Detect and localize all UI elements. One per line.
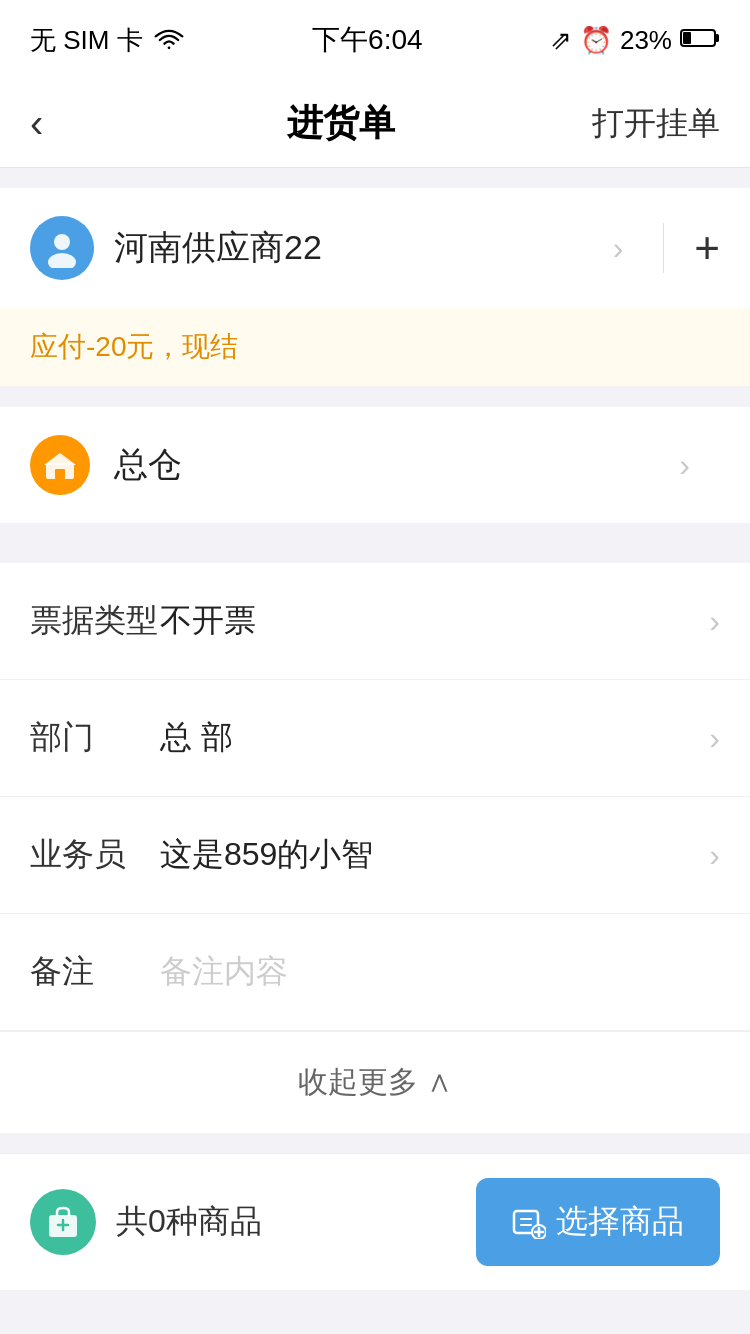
warehouse-divider xyxy=(0,386,750,406)
supplier-section: 河南供应商22 › + 应付-20元，现结 总仓 › xyxy=(0,188,750,523)
back-button[interactable]: ‹ xyxy=(30,101,90,146)
form-section: 票据类型 不开票 › 部门 总 部 › 业务员 这是859的小智 › 备注 备注… xyxy=(0,543,750,1133)
notice-text: 应付-20元，现结 xyxy=(30,331,238,362)
warehouse-chevron-icon: › xyxy=(679,447,690,484)
invoice-type-label: 票据类型 xyxy=(30,599,160,643)
product-icon xyxy=(30,1189,96,1255)
supplier-name: 河南供应商22 xyxy=(114,225,613,271)
select-product-label: 选择商品 xyxy=(556,1200,684,1244)
department-label: 部门 xyxy=(30,716,160,760)
svg-rect-7 xyxy=(55,469,65,479)
svg-point-3 xyxy=(54,234,70,250)
battery-icon xyxy=(680,25,720,56)
warehouse-name: 总仓 xyxy=(114,442,679,488)
carrier-text: 无 SIM 卡 xyxy=(30,23,143,58)
warehouse-row[interactable]: 总仓 › xyxy=(0,406,750,523)
salesperson-row[interactable]: 业务员 这是859的小智 › xyxy=(0,797,750,914)
bottom-action-bar: 共0种商品 选择商品 xyxy=(0,1153,750,1290)
add-supplier-button[interactable]: + xyxy=(694,223,720,273)
remark-input[interactable]: 备注内容 xyxy=(160,950,720,994)
department-value: 总 部 xyxy=(160,716,709,760)
select-product-button[interactable]: 选择商品 xyxy=(476,1178,720,1266)
location-icon: ⇗ xyxy=(550,25,572,56)
page-title: 进货单 xyxy=(287,99,395,148)
invoice-type-chevron-icon: › xyxy=(709,603,720,640)
svg-rect-2 xyxy=(683,32,691,44)
nav-bar: ‹ 进货单 打开挂单 xyxy=(0,80,750,168)
form-top-divider xyxy=(0,543,750,563)
collapse-button[interactable]: 收起更多 ∧ xyxy=(0,1031,750,1133)
status-bar-time: 下午6:04 xyxy=(312,21,423,59)
invoice-type-row[interactable]: 票据类型 不开票 › xyxy=(0,563,750,680)
notice-banner: 应付-20元，现结 xyxy=(0,308,750,386)
remark-row[interactable]: 备注 备注内容 xyxy=(0,914,750,1031)
battery-text: 23% xyxy=(620,25,672,56)
svg-rect-1 xyxy=(716,34,720,42)
department-chevron-icon: › xyxy=(709,720,720,757)
supplier-divider xyxy=(663,223,664,273)
open-pending-button[interactable]: 打开挂单 xyxy=(592,102,720,146)
alarm-icon: ⏰ xyxy=(580,25,612,56)
salesperson-value: 这是859的小智 xyxy=(160,833,709,877)
supplier-row[interactable]: 河南供应商22 › + xyxy=(0,188,750,308)
salesperson-chevron-icon: › xyxy=(709,837,720,874)
invoice-type-value: 不开票 xyxy=(160,599,709,643)
product-count-text: 共0种商品 xyxy=(116,1200,476,1244)
status-bar-left: 无 SIM 卡 xyxy=(30,23,185,58)
svg-marker-6 xyxy=(44,453,76,465)
collapse-text: 收起更多 ∧ xyxy=(298,1065,451,1098)
status-bar: 无 SIM 卡 下午6:04 ⇗ ⏰ 23% xyxy=(0,0,750,80)
remark-label: 备注 xyxy=(30,950,160,994)
wifi-icon xyxy=(153,29,185,51)
warehouse-icon xyxy=(30,435,90,495)
department-row[interactable]: 部门 总 部 › xyxy=(0,680,750,797)
supplier-avatar xyxy=(30,216,94,280)
top-divider xyxy=(0,168,750,188)
supplier-chevron-icon: › xyxy=(613,230,624,267)
svg-point-4 xyxy=(48,253,76,268)
salesperson-label: 业务员 xyxy=(30,833,160,877)
select-product-icon xyxy=(512,1205,546,1239)
status-bar-right: ⇗ ⏰ 23% xyxy=(550,25,720,56)
page-rest xyxy=(0,1290,750,1334)
